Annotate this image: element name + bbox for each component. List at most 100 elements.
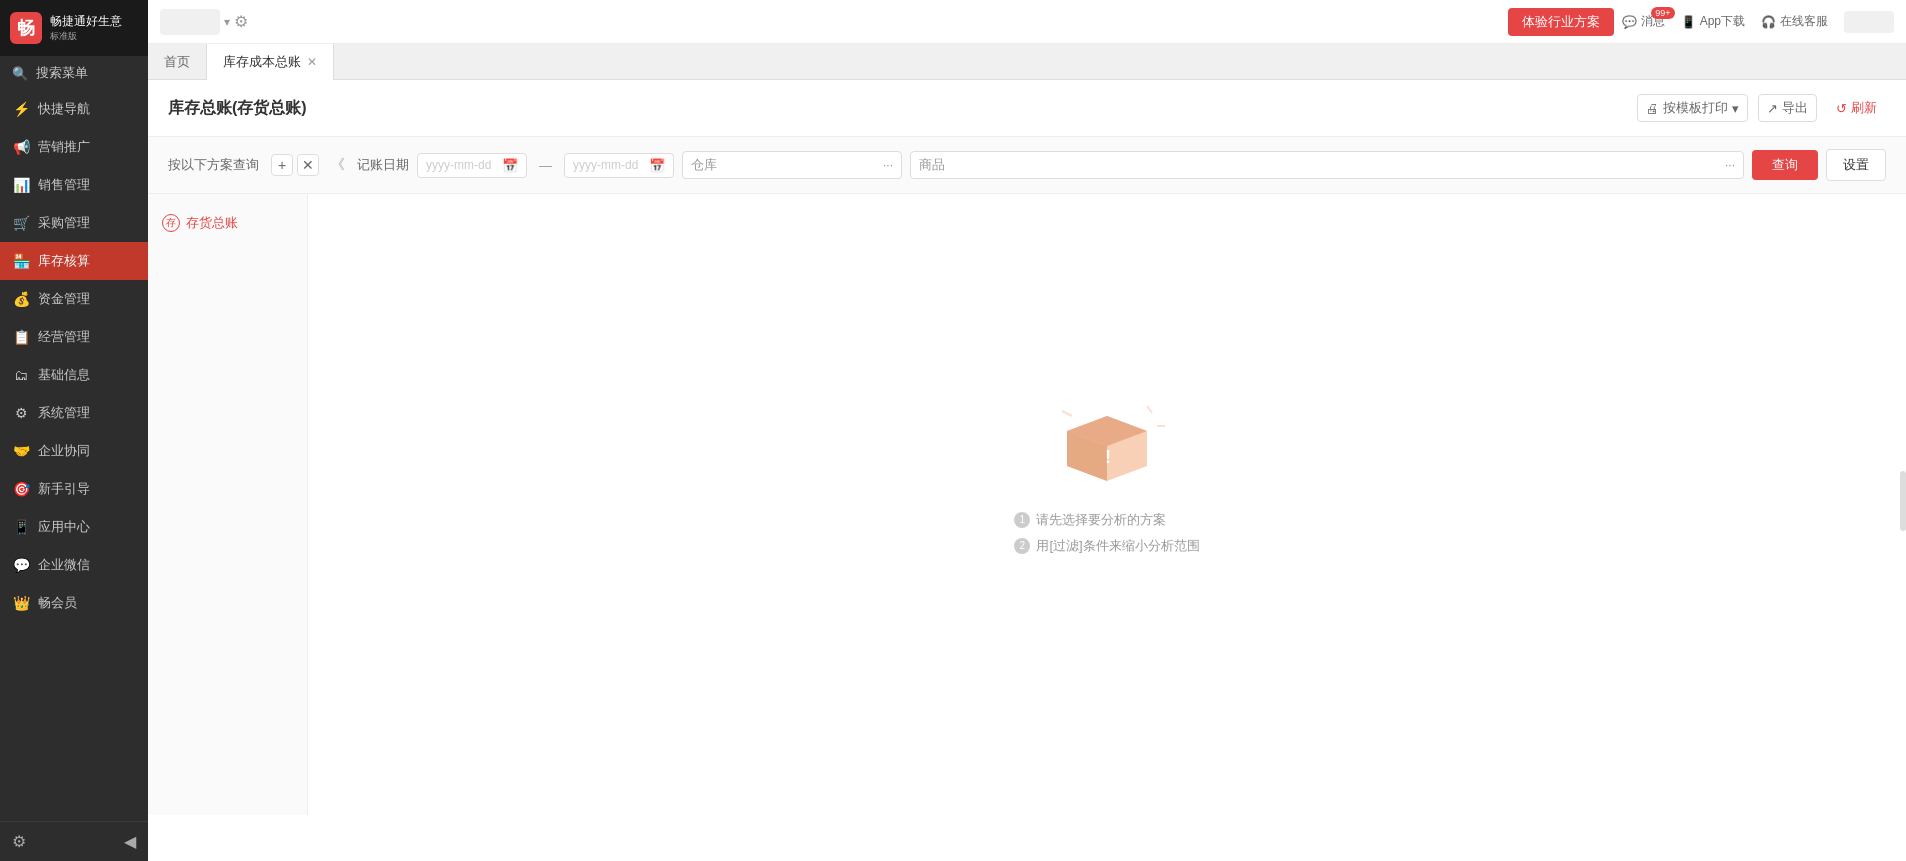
user-avatar[interactable] — [1844, 11, 1894, 33]
calendar-end-icon[interactable]: 📅 — [649, 158, 665, 173]
settings-btn[interactable]: 设置 — [1826, 149, 1886, 181]
sidebar-item-marketing[interactable]: 📢 营销推广 — [0, 128, 148, 166]
svg-line-4 — [1062, 411, 1072, 416]
marketing-icon: 📢 — [12, 139, 30, 155]
sidebar-item-label: 库存核算 — [38, 252, 90, 270]
print-arrow-icon: ▾ — [1732, 101, 1739, 116]
industry-btn[interactable]: 体验行业方案 — [1508, 8, 1614, 36]
sidebar-item-label: 系统管理 — [38, 404, 90, 422]
sidebar-item-operation[interactable]: 📋 经营管理 — [0, 318, 148, 356]
left-panel: 存 存货总账 — [148, 194, 308, 815]
gear-icon[interactable]: ⚙ — [234, 12, 248, 31]
filter-fields: 记账日期 yyyy-mm-dd 📅 — yyyy-mm-dd 📅 仓库 ··· … — [357, 149, 1886, 181]
sidebar-item-purchase[interactable]: 🛒 采购管理 — [0, 204, 148, 242]
page-actions: 🖨 按模板打印 ▾ ↗ 导出 ↺ 刷新 — [1637, 94, 1886, 122]
tab-inventory-cost-label: 库存成本总账 — [223, 53, 301, 71]
sidebar-item-sales[interactable]: 📊 销售管理 — [0, 166, 148, 204]
app-download-label: App下载 — [1700, 13, 1745, 30]
plan-item-label: 存货总账 — [186, 214, 238, 232]
sidebar-item-quick-nav[interactable]: ⚡ 快捷导航 — [0, 90, 148, 128]
filter-label: 按以下方案查询 — [168, 156, 259, 174]
message-item[interactable]: 💬 消息 99+ — [1622, 13, 1665, 30]
sidebar-item-label: 采购管理 — [38, 214, 90, 232]
filter-add-btn[interactable]: + — [271, 154, 293, 176]
sidebar-item-label: 营销推广 — [38, 138, 90, 156]
filter-remove-btn[interactable]: ✕ — [297, 154, 319, 176]
calendar-start-icon[interactable]: 📅 — [502, 158, 518, 173]
export-label: 导出 — [1782, 99, 1808, 117]
printer-icon: 🖨 — [1646, 101, 1659, 116]
export-btn[interactable]: ↗ 导出 — [1758, 94, 1817, 122]
headset-icon: 🎧 — [1761, 15, 1776, 29]
sidebar-item-app-center[interactable]: 📱 应用中心 — [0, 508, 148, 546]
tab-home-label: 首页 — [164, 53, 190, 71]
plan-item-icon: 存 — [162, 214, 180, 232]
logo-text: 畅捷通好生意 标准版 — [50, 13, 122, 43]
app-center-icon: 📱 — [12, 519, 30, 535]
phone-icon: 📱 — [1681, 15, 1696, 29]
filter-bar: 按以下方案查询 + ✕ 《 记账日期 yyyy-mm-dd 📅 — yyyy-m… — [148, 137, 1906, 194]
online-service-item[interactable]: 🎧 在线客服 — [1761, 13, 1828, 30]
filter-collapse-icon[interactable]: 《 — [331, 156, 345, 174]
date-separator: — — [539, 158, 552, 173]
date-start-input[interactable]: yyyy-mm-dd 📅 — [417, 153, 527, 178]
sidebar-item-label: 应用中心 — [38, 518, 90, 536]
tip-num-2: 2 — [1014, 538, 1030, 554]
warehouse-input[interactable]: 仓库 ··· — [682, 151, 902, 179]
system-icon: ⚙ — [12, 405, 30, 421]
tab-inventory-cost[interactable]: 库存成本总账 ✕ — [207, 44, 334, 80]
breadcrumb-arrow: ▾ — [224, 15, 230, 29]
message-icon: 💬 — [1622, 15, 1637, 29]
basic-icon: 🗂 — [12, 367, 30, 383]
collapse-icon[interactable]: ◀ — [124, 832, 136, 851]
product-input[interactable]: 商品 ··· — [910, 151, 1744, 179]
sidebar-item-label: 快捷导航 — [38, 100, 90, 118]
tab-home[interactable]: 首页 — [148, 44, 207, 80]
empty-area: ! 1 请先选择要分析的方案 2 用[过滤]条件来缩小分析范围 — [308, 194, 1906, 815]
sidebar-footer: ⚙ ◀ — [0, 821, 148, 861]
search-menu[interactable]: 🔍 搜索菜单 — [0, 56, 148, 90]
date-label: 记账日期 — [357, 156, 409, 174]
wechat-icon: 💬 — [12, 557, 30, 573]
plan-item[interactable]: 存 存货总账 — [148, 206, 307, 240]
page-title: 库存总账(存货总账) — [168, 98, 307, 119]
sidebar-item-guide[interactable]: 🎯 新手引导 — [0, 470, 148, 508]
product-more-icon[interactable]: ··· — [1725, 158, 1735, 172]
refresh-label: 刷新 — [1851, 99, 1877, 117]
tip-text-2: 用[过滤]条件来缩小分析范围 — [1036, 533, 1199, 559]
app-download-item[interactable]: 📱 App下载 — [1681, 13, 1745, 30]
scroll-indicator[interactable] — [1900, 471, 1906, 531]
sidebar-item-cooperation[interactable]: 🤝 企业协同 — [0, 432, 148, 470]
breadcrumb: ▾ ⚙ — [160, 9, 1500, 35]
sidebar-item-system[interactable]: ⚙ 系统管理 — [0, 394, 148, 432]
sidebar-item-label: 经营管理 — [38, 328, 90, 346]
sidebar-item-finance[interactable]: 💰 资金管理 — [0, 280, 148, 318]
app-name: 畅捷通好生意 — [50, 13, 122, 30]
filter-actions: + ✕ — [271, 154, 319, 176]
tip-item-1: 1 请先选择要分析的方案 — [1014, 507, 1199, 533]
warehouse-label: 仓库 — [691, 156, 717, 174]
date-end-input[interactable]: yyyy-mm-dd 📅 — [564, 153, 674, 178]
guide-icon: 🎯 — [12, 481, 30, 497]
empty-tips: 1 请先选择要分析的方案 2 用[过滤]条件来缩小分析范围 — [1014, 507, 1199, 559]
purchase-icon: 🛒 — [12, 215, 30, 231]
export-icon: ↗ — [1767, 101, 1778, 116]
print-btn[interactable]: 🖨 按模板打印 ▾ — [1637, 94, 1748, 122]
finance-icon: 💰 — [12, 291, 30, 307]
sidebar-item-basic[interactable]: 🗂 基础信息 — [0, 356, 148, 394]
sidebar-item-inventory[interactable]: 🏪 库存核算 — [0, 242, 148, 280]
sidebar-item-label: 新手引导 — [38, 480, 90, 498]
quick-nav-icon: ⚡ — [12, 101, 30, 117]
refresh-btn[interactable]: ↺ 刷新 — [1827, 94, 1886, 122]
warehouse-more-icon[interactable]: ··· — [883, 158, 893, 172]
sidebar-item-member[interactable]: 👑 畅会员 — [0, 584, 148, 622]
settings-footer-icon[interactable]: ⚙ — [12, 832, 26, 851]
sidebar-item-wechat[interactable]: 💬 企业微信 — [0, 546, 148, 584]
tabbar: 首页 库存成本总账 ✕ — [148, 44, 1906, 80]
tab-close-icon[interactable]: ✕ — [307, 55, 317, 69]
query-btn[interactable]: 查询 — [1752, 150, 1818, 180]
empty-illustration: ! — [1047, 391, 1167, 491]
sidebar-item-label: 基础信息 — [38, 366, 90, 384]
app-logo: 畅 畅捷通好生意 标准版 — [0, 0, 148, 56]
inventory-icon: 🏪 — [12, 253, 30, 269]
